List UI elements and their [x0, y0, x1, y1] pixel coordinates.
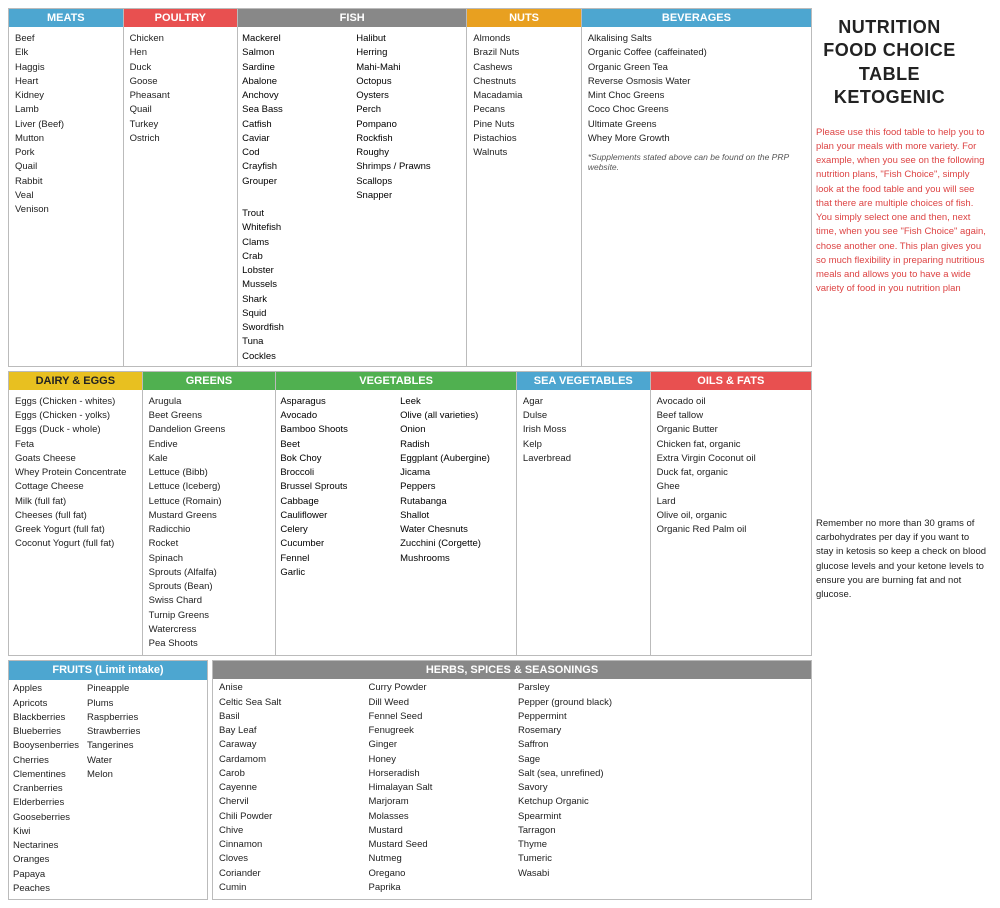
- beverages-header: BEVERAGES: [582, 9, 811, 27]
- nuts-header: NUTS: [467, 9, 581, 27]
- fish-col1: MackerelSalmonSardineAbaloneAnchovySea B…: [238, 30, 352, 205]
- fish-col3: TroutWhitefishClamsCrabLobsterMusselsSha…: [238, 205, 352, 366]
- fish-header: FISH: [238, 9, 466, 27]
- vegetables-header: VEGETABLES: [276, 372, 516, 390]
- beverages-content: Alkalising SaltsOrganic Coffee (caffeina…: [582, 30, 811, 150]
- food-tables: MEATS BeefElkHaggisHeartKidneyLambLiver …: [8, 8, 812, 900]
- mid-section: DAIRY & EGGS Eggs (Chicken - whites)Eggs…: [8, 371, 812, 657]
- fish-inner: MackerelSalmonSardineAbaloneAnchovySea B…: [238, 30, 466, 366]
- dairy-col: DAIRY & EGGS Eggs (Chicken - whites)Eggs…: [9, 372, 143, 656]
- nuts-col: NUTS AlmondsBrazil NutsCashewsChestnutsM…: [467, 9, 582, 366]
- oils-col: OILS & FATS Avocado oilBeef tallowOrgani…: [651, 372, 811, 656]
- sea-veg-header: SEA VEGETABLES: [517, 372, 650, 390]
- right-panel: NUTRITIONFOOD CHOICETABLEKETOGENIC Pleas…: [812, 8, 992, 900]
- poultry-header: POULTRY: [124, 9, 238, 27]
- herbs-col2: Curry PowderDill WeedFennel SeedFenugree…: [363, 679, 513, 899]
- nuts-content: AlmondsBrazil NutsCashewsChestnutsMacada…: [467, 30, 581, 164]
- herbs-header: HERBS, SPICES & SEASONINGS: [213, 661, 811, 679]
- bottom-row: FRUITS (Limit intake) ApplesApricotsBlac…: [8, 660, 812, 900]
- page-container: MEATS BeefElkHaggisHeartKidneyLambLiver …: [8, 8, 992, 900]
- oils-content: Avocado oilBeef tallowOrganic ButterChic…: [651, 393, 811, 542]
- fish-col: FISH MackerelSalmonSardineAbaloneAnchovy…: [238, 9, 467, 366]
- title-block: NUTRITIONFOOD CHOICETABLEKETOGENIC: [812, 8, 967, 118]
- info-black-box: Remember no more than 30 grams of carboh…: [812, 513, 992, 900]
- beverages-col: BEVERAGES Alkalising SaltsOrganic Coffee…: [582, 9, 811, 366]
- veg-col1: AsparagusAvocadoBamboo ShootsBeetBok Cho…: [276, 393, 396, 582]
- sea-veg-col: SEA VEGETABLES AgarDulseIrish MossKelpLa…: [517, 372, 651, 656]
- poultry-content: ChickenHenDuckGoosePheasantQuailTurkeyOs…: [124, 30, 238, 150]
- meats-col: MEATS BeefElkHaggisHeartKidneyLambLiver …: [9, 9, 124, 366]
- meats-header: MEATS: [9, 9, 123, 27]
- vegetables-col: VEGETABLES AsparagusAvocadoBamboo Shoots…: [276, 372, 517, 656]
- fruits-col1: ApplesApricotsBlackberriesBlueberriesBoo…: [9, 680, 83, 899]
- herbs-col3: ParsleyPepper (ground black)PeppermintRo…: [512, 679, 662, 899]
- veg-inner: AsparagusAvocadoBamboo ShootsBeetBok Cho…: [276, 393, 516, 582]
- veg-col2: LeekOlive (all varieties)OnionRadishEggp…: [396, 393, 516, 582]
- top-row: MEATS BeefElkHaggisHeartKidneyLambLiver …: [8, 8, 992, 900]
- dairy-header: DAIRY & EGGS: [9, 372, 142, 390]
- herbs-section: HERBS, SPICES & SEASONINGS AniseCeltic S…: [212, 660, 812, 900]
- fruits-col2: PineapplePlumsRaspberriesStrawberriesTan…: [83, 680, 144, 899]
- fish-col2: HalibutHerringMahi-MahiOctopusOystersPer…: [352, 30, 466, 205]
- page-title: NUTRITIONFOOD CHOICETABLEKETOGENIC: [823, 16, 956, 110]
- greens-col: GREENS ArugulaBeet GreensDandelion Green…: [143, 372, 277, 656]
- fruits-header: FRUITS (Limit intake): [9, 661, 207, 680]
- sea-veg-content: AgarDulseIrish MossKelpLaverbread: [517, 393, 650, 470]
- meats-content: BeefElkHaggisHeartKidneyLambLiver (Beef)…: [9, 30, 123, 221]
- greens-content: ArugulaBeet GreensDandelion GreensEndive…: [143, 393, 276, 656]
- greens-header: GREENS: [143, 372, 276, 390]
- supplement-note: *Supplements stated above can be found o…: [582, 150, 811, 174]
- poultry-col: POULTRY ChickenHenDuckGoosePheasantQuail…: [124, 9, 239, 366]
- top-section: MEATS BeefElkHaggisHeartKidneyLambLiver …: [8, 8, 812, 367]
- fruits-section: FRUITS (Limit intake) ApplesApricotsBlac…: [8, 660, 208, 900]
- dairy-content: Eggs (Chicken - whites)Eggs (Chicken - y…: [9, 393, 142, 556]
- herbs-col1: AniseCeltic Sea SaltBasilBay LeafCaraway…: [213, 679, 363, 899]
- info-red-box: Please use this food table to help you t…: [812, 122, 992, 509]
- oils-header: OILS & FATS: [651, 372, 811, 390]
